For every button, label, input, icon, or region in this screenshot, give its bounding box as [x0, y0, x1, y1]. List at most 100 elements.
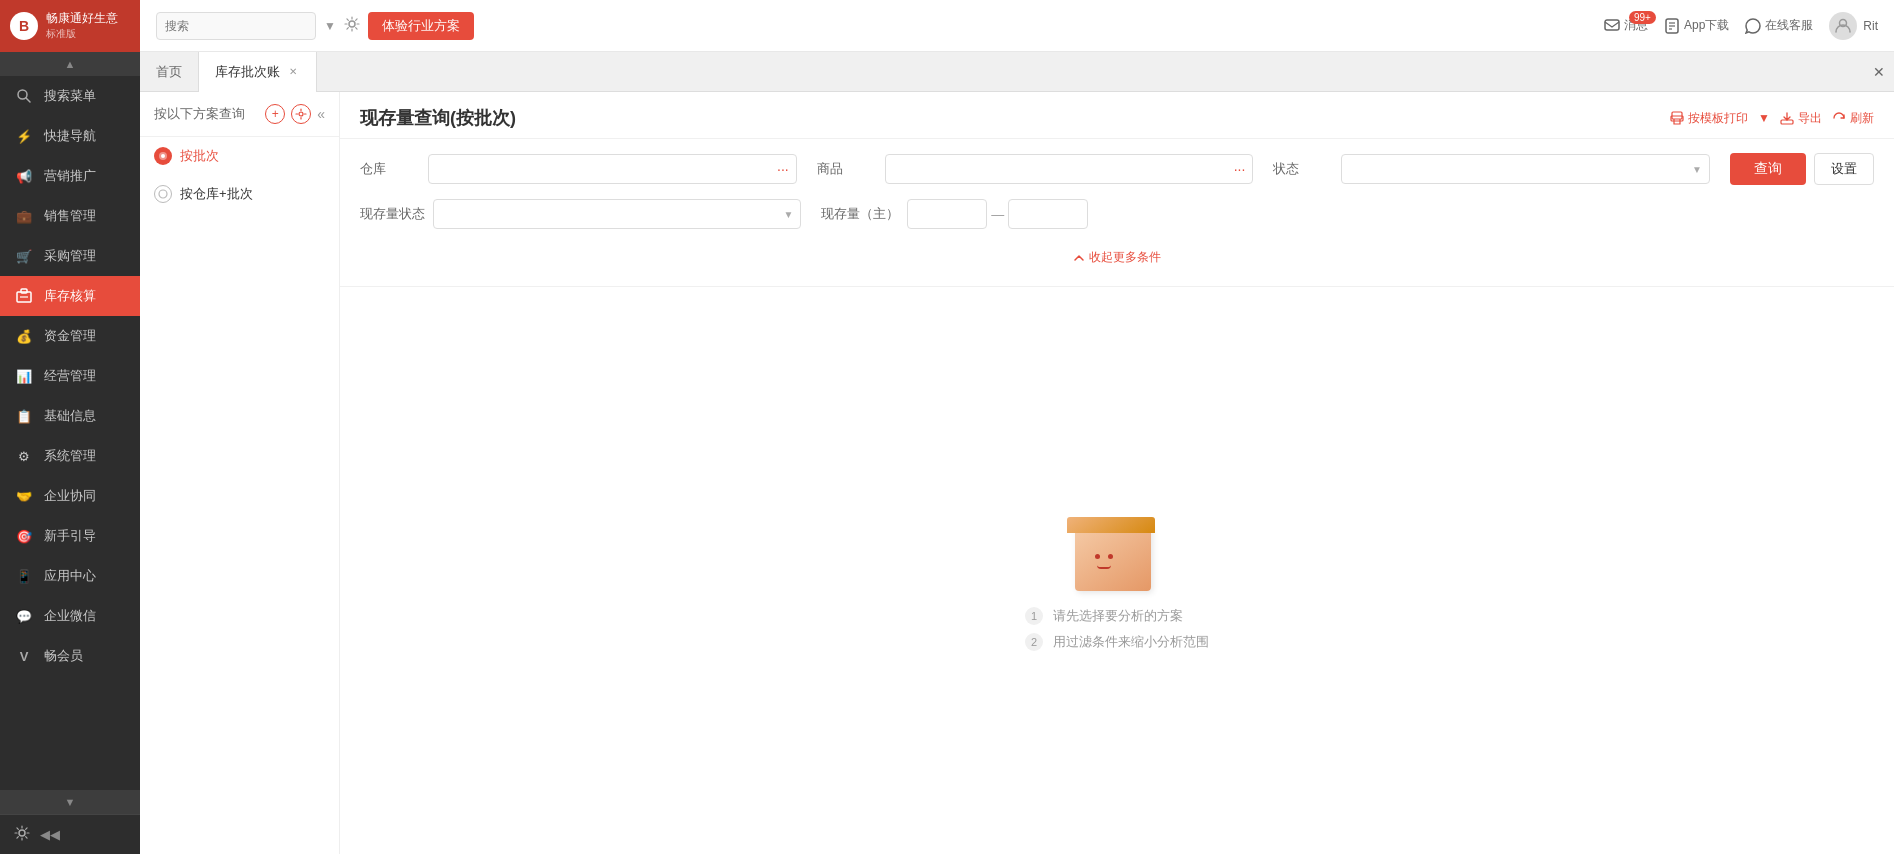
print-dropdown-arrow[interactable]: ▼ [1758, 111, 1770, 125]
app-download-label: App下载 [1684, 17, 1729, 34]
tab-home[interactable]: 首页 [140, 52, 199, 92]
sidebar-item-inventory[interactable]: 库存核算 [0, 276, 140, 316]
sidebar-scroll-down[interactable]: ▼ [0, 790, 140, 814]
goods-input[interactable] [885, 154, 1254, 184]
filter-row-1: 仓库 ··· 商品 ··· [360, 153, 1874, 185]
scheme-settings-btn[interactable] [291, 104, 311, 124]
app-title-block: 畅康通好生意 标准版 [46, 11, 118, 41]
sidebar-item-marketing-label: 营销推广 [44, 167, 96, 185]
inventory-icon [14, 286, 34, 306]
dropdown-arrow-icon[interactable]: ▼ [324, 19, 336, 33]
sidebar-item-enterprise[interactable]: 🤝 企业协同 [0, 476, 140, 516]
online-service-label: 在线客服 [1765, 17, 1813, 34]
sidebar-item-marketing[interactable]: 📢 营销推广 [0, 156, 140, 196]
tab-inventory-batch[interactable]: 库存批次账 ✕ [199, 52, 317, 92]
sidebar-item-sales[interactable]: 💼 销售管理 [0, 196, 140, 236]
empty-step-2: 2 用过滤条件来缩小分析范围 [1025, 633, 1209, 651]
status-select-wrapper: ▼ [1341, 154, 1710, 184]
sidebar-item-vip[interactable]: V 畅会员 [0, 636, 140, 676]
settings-footer-icon[interactable] [14, 825, 30, 844]
stock-main-to-input[interactable] [1008, 199, 1088, 229]
main-area: ▼ 体验行业方案 消息 99+ [140, 0, 1894, 854]
stock-main-from-input[interactable] [907, 199, 987, 229]
scheme-panel-actions: + « [265, 104, 325, 124]
sidebar-scroll-up[interactable]: ▲ [0, 52, 140, 76]
range-separator: — [991, 207, 1004, 222]
export-btn[interactable]: 导出 [1780, 110, 1822, 127]
global-search-input[interactable] [156, 12, 316, 40]
empty-illustration [1057, 491, 1177, 591]
print-btn[interactable]: 按模板打印 [1670, 110, 1748, 127]
sidebar-item-system[interactable]: ⚙ 系统管理 [0, 436, 140, 476]
print-label: 按模板打印 [1688, 110, 1748, 127]
add-scheme-btn[interactable]: + [265, 104, 285, 124]
stock-main-range: — [907, 199, 1262, 229]
stock-main-filter-label: 现存量（主） [821, 205, 899, 223]
step-1-num: 1 [1025, 607, 1043, 625]
mouth [1097, 564, 1111, 569]
lightning-icon: ⚡ [14, 126, 34, 146]
warehouse-input[interactable] [428, 154, 797, 184]
experience-industry-btn[interactable]: 体验行业方案 [368, 12, 474, 40]
status-select[interactable] [1341, 154, 1710, 184]
sidebar-item-newbie[interactable]: 🎯 新手引导 [0, 516, 140, 556]
box-face [1095, 554, 1113, 569]
sales-icon: 💼 [14, 206, 34, 226]
scheme-item-batch[interactable]: 按批次 [140, 137, 339, 175]
warehouse-dots-btn[interactable]: ··· [777, 161, 789, 177]
sidebar-item-basic[interactable]: 📋 基础信息 [0, 396, 140, 436]
filter-stock-status: 现存量状态 ▼ [360, 199, 801, 229]
step-2-num: 2 [1025, 633, 1043, 651]
sidebar-footer: ◀◀ [0, 814, 140, 854]
svg-line-1 [26, 98, 30, 102]
filter-settings-btn[interactable]: 设置 [1814, 153, 1874, 185]
filter-warehouse: 仓库 ··· [360, 154, 797, 184]
basic-icon: 📋 [14, 406, 34, 426]
goods-dots-btn[interactable]: ··· [1234, 161, 1246, 177]
sidebar-item-wechat[interactable]: 💬 企业微信 [0, 596, 140, 636]
filter-status: 状态 ▼ [1273, 154, 1710, 184]
system-icon: ⚙ [14, 446, 34, 466]
sidebar-item-purchase[interactable]: 🛒 采购管理 [0, 236, 140, 276]
collapse-filters-btn[interactable]: 收起更多条件 [360, 243, 1874, 272]
user-avatar [1829, 12, 1857, 40]
app-download-btn[interactable]: App下载 [1664, 17, 1729, 34]
sidebar-item-appstore[interactable]: 📱 应用中心 [0, 556, 140, 596]
empty-step-1: 1 请先选择要分析的方案 [1025, 607, 1209, 625]
right-eye [1108, 554, 1113, 559]
collapse-panel-btn[interactable]: « [317, 106, 325, 122]
tab-close-btn[interactable]: ✕ [286, 65, 300, 79]
filter-goods: 商品 ··· [817, 154, 1254, 184]
sidebar-item-enterprise-label: 企业协同 [44, 487, 96, 505]
status-filter-label: 状态 [1273, 160, 1333, 178]
online-service-btn[interactable]: 在线客服 [1745, 17, 1813, 34]
step-2-text: 用过滤条件来缩小分析范围 [1053, 633, 1209, 651]
user-profile-btn[interactable]: Rit [1829, 12, 1878, 40]
query-btn[interactable]: 查询 [1730, 153, 1806, 185]
tab-home-label: 首页 [156, 63, 182, 81]
sidebar-item-appstore-label: 应用中心 [44, 567, 96, 585]
newbie-icon: 🎯 [14, 526, 34, 546]
left-scheme-panel: 按以下方案查询 + « [140, 92, 340, 854]
tab-close-all-btn[interactable]: ✕ [1864, 52, 1894, 92]
sidebar-collapse-btn[interactable]: ◀◀ [40, 827, 60, 842]
stock-status-select[interactable] [433, 199, 801, 229]
top-header: ▼ 体验行业方案 消息 99+ [140, 0, 1894, 52]
page-content: 按以下方案查询 + « [140, 92, 1894, 854]
page-actions: 按模板打印 ▼ 导出 [1670, 110, 1874, 127]
sidebar-item-sales-label: 销售管理 [44, 207, 96, 225]
export-label: 导出 [1798, 110, 1822, 127]
sidebar-item-shortcut[interactable]: ⚡ 快捷导航 [0, 116, 140, 156]
page-title-bar: 现存量查询(按批次) 按模板打印 ▼ [340, 92, 1894, 139]
messages-btn[interactable]: 消息 99+ [1604, 17, 1648, 34]
sidebar-item-operations[interactable]: 📊 经营管理 [0, 356, 140, 396]
messages-badge: 99+ [1629, 11, 1656, 24]
sidebar-item-finance[interactable]: 💰 资金管理 [0, 316, 140, 356]
sidebar-item-shortcut-label: 快捷导航 [44, 127, 96, 145]
scheme-item-warehouse-batch[interactable]: 按仓库+批次 [140, 175, 339, 213]
right-content-area: 现存量查询(按批次) 按模板打印 ▼ [340, 92, 1894, 854]
sidebar-item-search[interactable]: 搜索菜单 [0, 76, 140, 116]
refresh-btn[interactable]: 刷新 [1832, 110, 1874, 127]
settings-gear-btn[interactable] [344, 16, 360, 35]
finance-icon: 💰 [14, 326, 34, 346]
